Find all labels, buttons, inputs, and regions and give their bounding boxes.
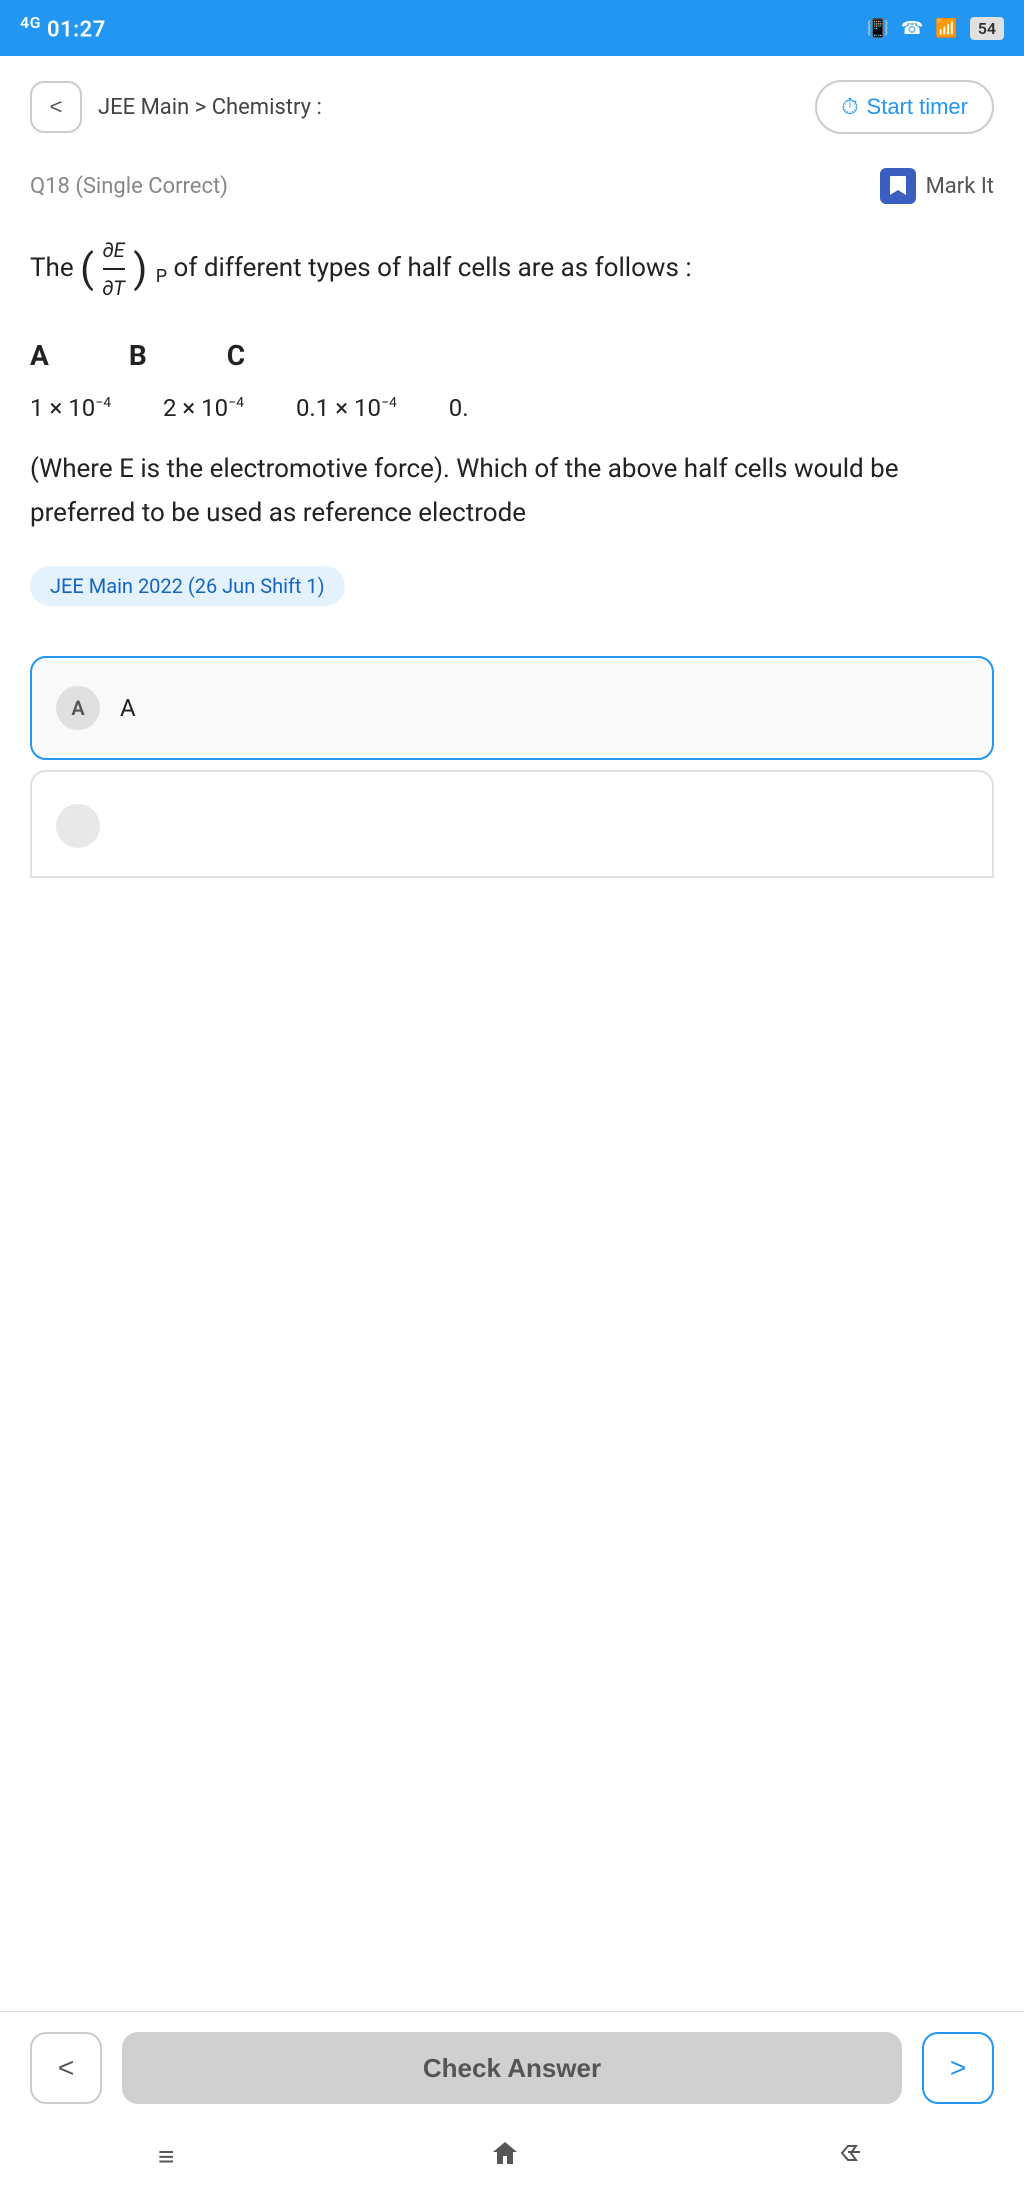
mark-it-label: Mark It [926,174,994,199]
option-a-text: A [120,694,136,722]
breadcrumb: JEE Main > Chemistry : [98,95,799,120]
start-timer-button[interactable]: ⏱ Start timer [815,80,994,134]
status-bar: 4G 01:27 📳 ☎ 📶 54 [0,0,1024,56]
home-button[interactable] [490,2138,520,2175]
subscript-p: P [156,266,167,287]
col-header-b: B [129,334,147,379]
col-header-c: C [227,334,245,379]
vibrate-icon: 📳 [866,18,888,39]
val-b: 2 × 10−4 [163,389,244,427]
prev-button[interactable]: < [30,2032,102,2104]
question-intro: The [30,253,80,283]
val-c: 0.1 × 10−4 [296,389,397,427]
question-body: of different types of half cells are as … [174,253,692,283]
question-content: The ( ∂E ∂T ) P of different types of ha… [0,224,1024,324]
bottom-nav: < Check Answer > ≡ [0,2011,1024,2195]
network-label: 4G [20,13,41,32]
check-answer-button[interactable]: Check Answer [122,2032,902,2104]
val-d: 0. [449,389,469,427]
val-a: 1 × 10−4 [30,389,111,427]
top-nav: < JEE Main > Chemistry : ⏱ Start timer [0,56,1024,158]
bottom-buttons: < Check Answer > [0,2012,1024,2124]
bookmark-icon [880,168,916,204]
status-time: 4G 01:27 [20,13,106,42]
col-header-a: A [30,334,49,379]
option-b-badge [56,804,100,848]
back-button[interactable]: < [30,81,82,133]
start-timer-label: Start timer [867,94,968,120]
tag-container: JEE Main 2022 (26 Jun Shift 1) [0,546,1024,646]
battery-level: 54 [970,17,1004,40]
option-b-partial[interactable] [30,770,994,878]
data-table: A B C 1 × 10−4 2 × 10−4 0.1 × 10−4 0. [0,324,1024,447]
back-system-button[interactable] [836,2138,866,2175]
question-tag[interactable]: JEE Main 2022 (26 Jun Shift 1) [30,566,345,606]
wifi-icon: 📶 [935,18,957,39]
question-body-text: (Where E is the electromotive force). Wh… [0,447,1024,545]
timer-icon: ⏱ [841,94,858,120]
system-nav: ≡ [0,2124,1024,2195]
mark-it-button[interactable]: Mark It [880,168,994,204]
question-header: Q18 (Single Correct) Mark It [0,158,1024,224]
option-a[interactable]: A A [30,656,994,760]
signal-icon: ☎ [901,18,923,39]
next-button[interactable]: > [922,2032,994,2104]
menu-button[interactable]: ≡ [158,2141,174,2173]
options-container: A A [0,646,1024,770]
partial-derivative: ∂E ∂T [102,234,125,304]
status-icons: 📳 ☎ 📶 54 [866,17,1004,40]
option-a-badge: A [56,686,100,730]
question-label: Q18 (Single Correct) [30,174,228,199]
